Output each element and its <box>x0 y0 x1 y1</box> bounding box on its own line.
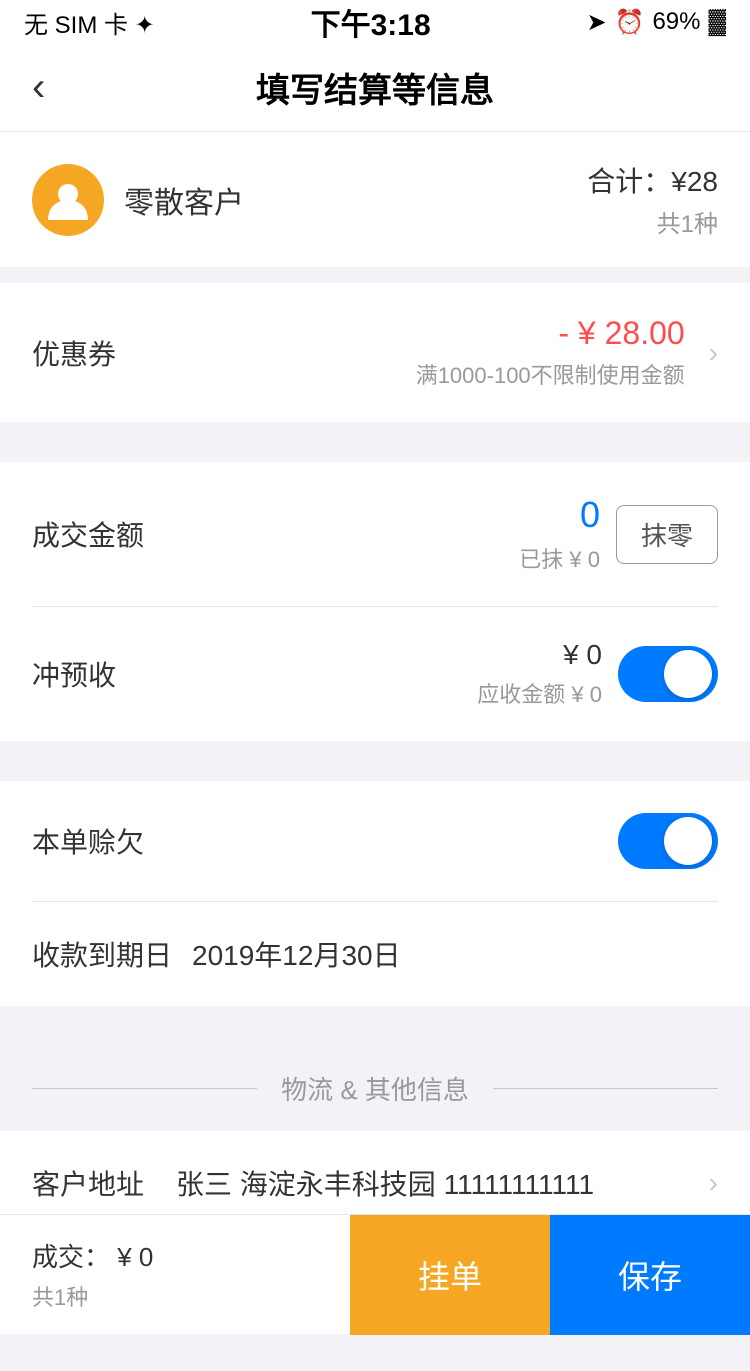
status-right: ➤ ⏰ 69% ▓ <box>586 8 726 37</box>
coupon-note: 满1000-100不限制使用金额 <box>416 358 685 390</box>
address-label: 客户地址 <box>32 1163 144 1203</box>
transaction-values: 0 已抹 ¥ 0 <box>519 494 600 574</box>
transaction-right: 0 已抹 ¥ 0 抹零 <box>519 494 718 574</box>
due-date-row[interactable]: 收款到期日 2019年12月30日 <box>0 902 750 1006</box>
logistics-line-left <box>32 1088 257 1089</box>
debt-row: 本单赊欠 <box>0 781 750 901</box>
customer-name: 零散客户 <box>124 178 244 222</box>
transaction-amount[interactable]: 0 <box>519 494 600 536</box>
prepaid-label: 冲预收 <box>32 654 116 694</box>
logistics-line-right <box>493 1088 718 1089</box>
logistics-title: 物流 & 其他信息 <box>281 1070 469 1107</box>
coupon-label: 优惠券 <box>32 333 116 373</box>
avatar <box>32 164 104 236</box>
transaction-sub: 已抹 ¥ 0 <box>519 542 600 574</box>
status-time: 下午3:18 <box>311 0 431 44</box>
prepaid-row: 冲预收 ¥ 0 应收金额 ¥ 0 <box>0 607 750 741</box>
due-date-value: 2019年12月30日 <box>192 934 401 974</box>
location-icon: ➤ <box>586 8 606 37</box>
page-title: 填写结算等信息 <box>256 63 494 112</box>
save-button[interactable]: 保存 <box>550 1215 750 1335</box>
customer-info-left: 零散客户 <box>32 164 244 236</box>
prepaid-values: ¥ 0 应收金额 ¥ 0 <box>477 639 602 709</box>
bottom-bar: 成交： ¥ 0 共1种 挂单 保存 <box>0 1214 750 1334</box>
debt-toggle[interactable] <box>618 813 718 869</box>
coupon-card: 优惠券 - ¥ 28.00 满1000-100不限制使用金额 › <box>0 283 750 422</box>
coupon-right-area: - ¥ 28.00 满1000-100不限制使用金额 › <box>416 315 718 390</box>
coupon-row[interactable]: 优惠券 - ¥ 28.00 满1000-100不限制使用金额 › <box>0 283 750 422</box>
transaction-row: 成交金额 0 已抹 ¥ 0 抹零 <box>0 462 750 606</box>
customer-row: 零散客户 合计：¥28 共1种 <box>0 132 750 267</box>
alarm-icon: ⏰ <box>615 8 645 37</box>
bottom-info: 成交： ¥ 0 共1种 <box>0 1237 350 1312</box>
coupon-info: - ¥ 28.00 满1000-100不限制使用金额 <box>416 315 685 390</box>
section-gap-2 <box>0 757 750 781</box>
battery-text: 69% <box>652 8 700 36</box>
section-gap-1 <box>0 438 750 462</box>
footer-amount-label: 成交： <box>32 1242 110 1272</box>
prepaid-toggle-knob <box>664 650 712 698</box>
back-button[interactable]: ‹ <box>32 65 92 110</box>
status-bar: 无 SIM 卡 ✦ 下午3:18 ➤ ⏰ 69% ▓ <box>0 0 750 44</box>
chevron-right-icon: › <box>709 337 718 369</box>
debt-card: 本单赊欠 收款到期日 2019年12月30日 <box>0 781 750 1006</box>
customer-totals: 合计：¥28 共1种 <box>587 160 718 239</box>
prepaid-toggle[interactable] <box>618 646 718 702</box>
section-gap-3 <box>0 1022 750 1046</box>
nav-bar: ‹ 填写结算等信息 <box>0 44 750 132</box>
debt-label: 本单赊欠 <box>32 821 144 861</box>
total-count: 共1种 <box>587 204 718 239</box>
footer-amount-value: ¥ 0 <box>117 1242 153 1272</box>
hang-button[interactable]: 挂单 <box>350 1215 550 1335</box>
footer-amount-row: 成交： ¥ 0 <box>32 1237 318 1274</box>
prepaid-sub: 应收金额 ¥ 0 <box>477 677 602 709</box>
address-chevron-icon: › <box>709 1167 718 1199</box>
no-sim-text: 无 SIM 卡 ✦ <box>24 5 155 40</box>
total-amount: 合计：¥28 <box>587 160 718 200</box>
prepaid-amount: ¥ 0 <box>477 639 602 671</box>
address-value: 张三 海淀永丰科技园 11111111111 <box>176 1163 669 1203</box>
battery-icon: ▓ <box>709 8 727 36</box>
debt-toggle-knob <box>664 817 712 865</box>
prepaid-right: ¥ 0 应收金额 ¥ 0 <box>477 639 718 709</box>
round-zero-button[interactable]: 抹零 <box>616 505 718 564</box>
transaction-card: 成交金额 0 已抹 ¥ 0 抹零 冲预收 ¥ 0 应收金额 ¥ 0 <box>0 462 750 741</box>
status-left: 无 SIM 卡 ✦ <box>24 5 155 40</box>
due-date-label: 收款到期日 <box>32 934 172 974</box>
main-content: 零散客户 合计：¥28 共1种 优惠券 - ¥ 28.00 满1000-100不… <box>0 132 750 1371</box>
coupon-discount: - ¥ 28.00 <box>416 315 685 352</box>
footer-count: 共1种 <box>32 1280 318 1312</box>
customer-card: 零散客户 合计：¥28 共1种 <box>0 132 750 267</box>
logistics-header: 物流 & 其他信息 <box>0 1046 750 1131</box>
transaction-label: 成交金额 <box>32 514 144 554</box>
